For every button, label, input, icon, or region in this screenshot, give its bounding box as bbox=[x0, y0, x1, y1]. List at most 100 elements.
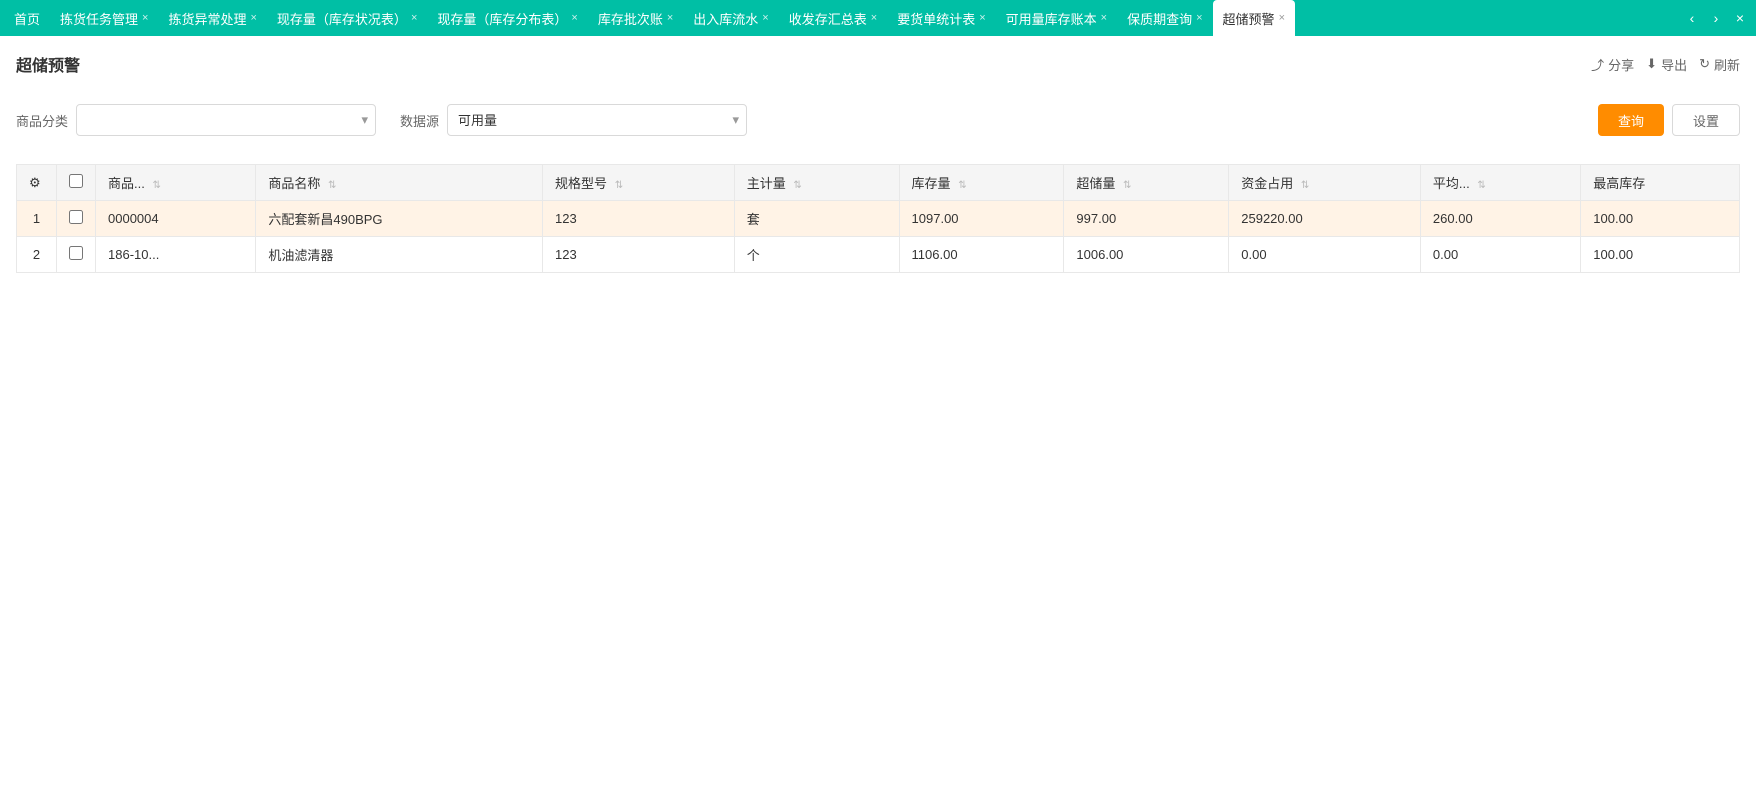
col-unit-header[interactable]: 主计量 ⇅ bbox=[734, 165, 899, 201]
nav-item-batch[interactable]: 库存批次账 × bbox=[588, 0, 683, 36]
nav-item-inventory-status[interactable]: 现存量（库存状况表） × bbox=[267, 0, 427, 36]
table-row: 1 0000004 六配套新昌490BPG 123 套 1097.00 997.… bbox=[17, 201, 1740, 237]
row-unit-2: 个 bbox=[734, 237, 899, 273]
row-checkbox-2 bbox=[57, 237, 96, 273]
sort-icon-spec: ⇅ bbox=[615, 180, 623, 191]
refresh-label: 刷新 bbox=[1714, 55, 1740, 74]
col-product-code-label: 商品... bbox=[108, 176, 145, 191]
nav-close-inventory-status[interactable]: × bbox=[411, 12, 417, 24]
datasource-select-wrapper: 可用量 库存量 bbox=[447, 104, 747, 136]
row-stock-1: 1097.00 bbox=[899, 201, 1064, 237]
row-product-code-2: 186-10... bbox=[96, 237, 256, 273]
col-spec-header[interactable]: 规格型号 ⇅ bbox=[543, 165, 735, 201]
row-capital-1: 259220.00 bbox=[1229, 201, 1421, 237]
nav-label-home: 首页 bbox=[14, 9, 40, 28]
nav-arrow-left[interactable]: ‹ bbox=[1680, 0, 1704, 36]
category-label: 商品分类 bbox=[16, 111, 68, 130]
col-product-name-header[interactable]: 商品名称 ⇅ bbox=[256, 165, 543, 201]
filter-datasource: 数据源 可用量 库存量 bbox=[400, 104, 747, 136]
nav-close-flow[interactable]: × bbox=[762, 12, 768, 24]
datasource-label: 数据源 bbox=[400, 111, 439, 130]
row-product-name-2: 机油滤清器 bbox=[256, 237, 543, 273]
export-button[interactable]: ⬇ 导出 bbox=[1646, 55, 1687, 74]
nav-item-summary[interactable]: 收发存汇总表 × bbox=[779, 0, 887, 36]
page-title: 超储预警 bbox=[16, 52, 80, 76]
sort-icon-code: ⇅ bbox=[152, 180, 160, 191]
sort-icon-capital: ⇅ bbox=[1301, 180, 1309, 191]
nav-item-demand[interactable]: 要货单统计表 × bbox=[887, 0, 995, 36]
nav-close-exception[interactable]: × bbox=[250, 12, 256, 24]
nav-item-flow[interactable]: 出入库流水 × bbox=[683, 0, 778, 36]
refresh-icon: ↻ bbox=[1699, 56, 1710, 72]
gear-icon[interactable]: ⚙ bbox=[29, 175, 41, 190]
nav-label-task: 拣货任务管理 bbox=[60, 9, 138, 28]
nav-item-inventory-dist[interactable]: 现存量（库存分布表） × bbox=[427, 0, 587, 36]
col-stock-header[interactable]: 库存量 ⇅ bbox=[899, 165, 1064, 201]
page-header: 超储预警 ⤴ 分享 ⬇ 导出 ↻ 刷新 bbox=[16, 52, 1740, 76]
nav-item-exception[interactable]: 拣货异常处理 × bbox=[158, 0, 266, 36]
nav-close-summary[interactable]: × bbox=[871, 12, 877, 24]
col-unit-label: 主计量 bbox=[747, 176, 786, 191]
share-label: 分享 bbox=[1608, 55, 1634, 74]
nav-close-inventory-dist[interactable]: × bbox=[571, 12, 577, 24]
nav-close-demand[interactable]: × bbox=[979, 12, 985, 24]
col-product-name-label: 商品名称 bbox=[268, 176, 320, 191]
nav-close-task[interactable]: × bbox=[142, 12, 148, 24]
nav-close-available[interactable]: × bbox=[1101, 12, 1107, 24]
nav-label-overstock: 超储预警 bbox=[1223, 9, 1275, 28]
nav-close-expiry[interactable]: × bbox=[1196, 12, 1202, 24]
sort-icon-stock: ⇅ bbox=[958, 180, 966, 191]
nav-label-expiry: 保质期查询 bbox=[1127, 9, 1192, 28]
row-stock-2: 1106.00 bbox=[899, 237, 1064, 273]
row-product-name-1: 六配套新昌490BPG bbox=[256, 201, 543, 237]
row-avg-2: 0.00 bbox=[1420, 237, 1580, 273]
col-capital-label: 资金占用 bbox=[1241, 176, 1293, 191]
nav-arrow-right[interactable]: › bbox=[1704, 0, 1728, 36]
row-spec-2: 123 bbox=[543, 237, 735, 273]
export-label: 导出 bbox=[1661, 55, 1687, 74]
header-actions: ⤴ 分享 ⬇ 导出 ↻ 刷新 bbox=[1591, 55, 1740, 74]
nav-item-home[interactable]: 首页 bbox=[4, 0, 50, 36]
col-stock-label: 库存量 bbox=[912, 176, 951, 191]
nav-label-inventory-status: 现存量（库存状况表） bbox=[277, 9, 407, 28]
nav-arrow-close[interactable]: × bbox=[1728, 0, 1752, 36]
datasource-select[interactable]: 可用量 库存量 bbox=[447, 104, 747, 136]
nav-label-inventory-dist: 现存量（库存分布表） bbox=[437, 9, 567, 28]
col-spec-label: 规格型号 bbox=[555, 176, 607, 191]
row-spec-1: 123 bbox=[543, 201, 735, 237]
col-capital-header[interactable]: 资金占用 ⇅ bbox=[1229, 165, 1421, 201]
col-gear: ⚙ bbox=[17, 165, 57, 201]
col-product-code-header[interactable]: 商品... ⇅ bbox=[96, 165, 256, 201]
nav-label-summary: 收发存汇总表 bbox=[789, 9, 867, 28]
refresh-button[interactable]: ↻ 刷新 bbox=[1699, 55, 1740, 74]
row-select-2[interactable] bbox=[69, 246, 83, 260]
query-button[interactable]: 查询 bbox=[1598, 104, 1664, 136]
category-select[interactable] bbox=[76, 104, 376, 136]
nav-label-demand: 要货单统计表 bbox=[897, 9, 975, 28]
row-overflow-1: 997.00 bbox=[1064, 201, 1229, 237]
select-all-checkbox[interactable] bbox=[69, 174, 83, 188]
col-avg-label: 平均... bbox=[1433, 176, 1470, 191]
share-button[interactable]: ⤴ 分享 bbox=[1591, 55, 1634, 74]
page-content: 超储预警 ⤴ 分享 ⬇ 导出 ↻ 刷新 商品分类 bbox=[0, 36, 1756, 800]
row-unit-1: 套 bbox=[734, 201, 899, 237]
nav-close-overstock[interactable]: × bbox=[1279, 12, 1285, 24]
row-checkbox-1 bbox=[57, 201, 96, 237]
col-maxstock-header[interactable]: 最高库存 bbox=[1581, 165, 1740, 201]
share-icon: ⤴ bbox=[1591, 55, 1604, 74]
sort-icon-unit: ⇅ bbox=[793, 180, 801, 191]
col-overflow-label: 超储量 bbox=[1076, 176, 1115, 191]
nav-item-expiry[interactable]: 保质期查询 × bbox=[1117, 0, 1212, 36]
nav-label-batch: 库存批次账 bbox=[598, 9, 663, 28]
top-nav: 首页 拣货任务管理 × 拣货异常处理 × 现存量（库存状况表） × 现存量（库存… bbox=[0, 0, 1756, 36]
row-select-1[interactable] bbox=[69, 210, 83, 224]
col-avg-header[interactable]: 平均... ⇅ bbox=[1420, 165, 1580, 201]
nav-item-task[interactable]: 拣货任务管理 × bbox=[50, 0, 158, 36]
nav-item-overstock[interactable]: 超储预警 × bbox=[1213, 0, 1295, 36]
data-table: ⚙ 商品... ⇅ 商品名称 ⇅ 规格型号 ⇅ 主计量 bbox=[16, 164, 1740, 273]
col-overflow-header[interactable]: 超储量 ⇅ bbox=[1064, 165, 1229, 201]
nav-label-available: 可用量库存账本 bbox=[1006, 9, 1097, 28]
nav-item-available[interactable]: 可用量库存账本 × bbox=[996, 0, 1117, 36]
nav-close-batch[interactable]: × bbox=[667, 12, 673, 24]
settings-button[interactable]: 设置 bbox=[1672, 104, 1740, 136]
